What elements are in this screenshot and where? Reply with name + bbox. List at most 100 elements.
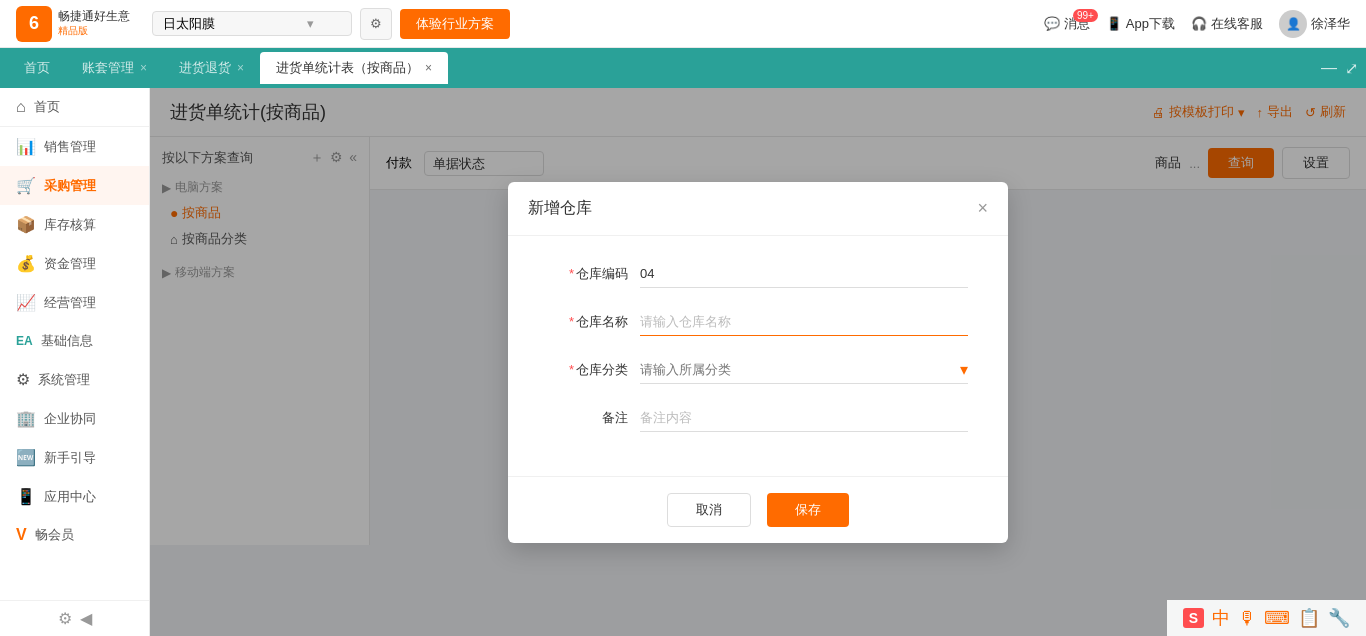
bottom-bar: S 中 🎙 ⌨ 📋 🔧	[1167, 600, 1366, 636]
vip-icon: V	[16, 526, 27, 544]
sidebar-label-enterprise: 企业协同	[44, 410, 96, 428]
sidebar-settings-icon[interactable]: ⚙	[58, 609, 72, 628]
sidebar-label-vip: 畅会员	[35, 526, 74, 544]
category-label: 仓库分类	[548, 361, 628, 379]
sidebar-item-vip[interactable]: V 畅会员	[0, 516, 149, 554]
notification-item[interactable]: 💬 消息 99+	[1044, 15, 1090, 33]
bottom-mic-icon[interactable]: 🎙	[1238, 608, 1256, 629]
name-label: 仓库名称	[548, 313, 628, 331]
enterprise-icon: 🏢	[16, 409, 36, 428]
sidebar-item-operations[interactable]: 📈 经营管理	[0, 283, 149, 322]
sidebar: ⌂ 首页 📊 销售管理 🛒 采购管理 📦 库存核算 💰 资金管理 📈 经营管理 …	[0, 88, 150, 636]
search-area: ▾ ⚙ 体验行业方案	[152, 8, 1028, 40]
sidebar-label-newbie: 新手引导	[44, 449, 96, 467]
save-button[interactable]: 保存	[767, 493, 849, 527]
tab-stats-close-icon[interactable]: ×	[425, 61, 432, 75]
sidebar-item-finance[interactable]: 💰 资金管理	[0, 244, 149, 283]
sidebar-item-home[interactable]: ⌂ 首页	[0, 88, 149, 126]
bottom-zh-icon[interactable]: 中	[1212, 606, 1230, 630]
app-download-item[interactable]: 📱 App下载	[1106, 15, 1175, 33]
sidebar-item-enterprise[interactable]: 🏢 企业协同	[0, 399, 149, 438]
code-label: 仓库编码	[548, 265, 628, 283]
online-service-item[interactable]: 🎧 在线客服	[1191, 15, 1263, 33]
sidebar-label-sales: 销售管理	[44, 138, 96, 156]
cancel-button[interactable]: 取消	[667, 493, 751, 527]
logo-icon: 6	[16, 6, 52, 42]
sidebar-arrow-icon[interactable]: ◀	[80, 609, 92, 628]
sidebar-item-app[interactable]: 📱 应用中心	[0, 477, 149, 516]
phone-icon: 📱	[1106, 16, 1122, 31]
home-icon: ⌂	[16, 98, 26, 116]
bottom-tools-icon[interactable]: 🔧	[1328, 607, 1350, 629]
user-item[interactable]: 👤 徐泽华	[1279, 10, 1350, 38]
dialog-close-icon[interactable]: ×	[977, 198, 988, 219]
tab-account-label: 账套管理	[82, 59, 134, 77]
sidebar-bottom: ⚙ ◀	[0, 600, 149, 636]
tab-home-label: 首页	[24, 59, 50, 77]
topbar: 6 畅捷通好生意 精品版 ▾ ⚙ 体验行业方案 💬 消息 99+ 📱 App下载…	[0, 0, 1366, 48]
sidebar-item-newbie[interactable]: 🆕 新手引导	[0, 438, 149, 477]
tab-return[interactable]: 进货退货 ×	[163, 52, 260, 84]
logo-title: 畅捷通好生意	[58, 9, 130, 25]
dropdown-arrow-icon[interactable]: ▾	[307, 16, 314, 31]
basic-icon: EA	[16, 334, 33, 348]
sidebar-item-inventory[interactable]: 📦 库存核算	[0, 205, 149, 244]
category-input[interactable]	[640, 356, 960, 383]
newbie-icon: 🆕	[16, 448, 36, 467]
finance-icon: 💰	[16, 254, 36, 273]
tab-actions: — ⤢	[1321, 59, 1358, 78]
tab-expand-icon[interactable]: ⤢	[1345, 59, 1358, 78]
name-input[interactable]	[640, 308, 968, 336]
app-download-label: App下载	[1126, 15, 1175, 33]
notification-badge: 99+	[1073, 9, 1098, 22]
remark-input[interactable]	[640, 404, 968, 432]
tab-minimize-icon[interactable]: —	[1321, 59, 1337, 77]
tab-account[interactable]: 账套管理 ×	[66, 52, 163, 84]
settings-icon[interactable]: ⚙	[360, 8, 392, 40]
dialog-new-warehouse: 新增仓库 × 仓库编码 仓库名称 仓库分类	[508, 182, 1008, 543]
category-arrow-icon[interactable]: ▾	[960, 360, 968, 379]
dialog-body: 仓库编码 仓库名称 仓库分类 ▾	[508, 236, 1008, 476]
tabbar: 首页 账套管理 × 进货退货 × 进货单统计表（按商品） × — ⤢	[0, 48, 1366, 88]
tab-stats[interactable]: 进货单统计表（按商品） ×	[260, 52, 448, 84]
category-select-wrap: ▾	[640, 356, 968, 384]
experience-button[interactable]: 体验行业方案	[400, 9, 510, 39]
bottom-clipboard-icon[interactable]: 📋	[1298, 607, 1320, 629]
form-row-category: 仓库分类 ▾	[548, 356, 968, 384]
username-label: 徐泽华	[1311, 15, 1350, 33]
tab-home[interactable]: 首页	[8, 52, 66, 84]
form-row-name: 仓库名称	[548, 308, 968, 336]
dialog-footer: 取消 保存	[508, 476, 1008, 543]
sidebar-label-system: 系统管理	[38, 371, 90, 389]
dialog-header: 新增仓库 ×	[508, 182, 1008, 236]
bottom-keyboard-icon[interactable]: ⌨	[1264, 607, 1290, 629]
search-wrap[interactable]: ▾	[152, 11, 352, 36]
purchase-icon: 🛒	[16, 176, 36, 195]
main-layout: ⌂ 首页 📊 销售管理 🛒 采购管理 📦 库存核算 💰 资金管理 📈 经营管理 …	[0, 88, 1366, 636]
online-service-label: 在线客服	[1211, 15, 1263, 33]
sidebar-item-sales[interactable]: 📊 销售管理	[0, 127, 149, 166]
operations-icon: 📈	[16, 293, 36, 312]
tab-return-close-icon[interactable]: ×	[237, 61, 244, 75]
sidebar-label-home: 首页	[34, 98, 60, 116]
form-row-remark: 备注	[548, 404, 968, 432]
search-input[interactable]	[163, 16, 303, 31]
sidebar-item-basic[interactable]: EA 基础信息	[0, 322, 149, 360]
message-icon: 💬	[1044, 16, 1060, 31]
code-input[interactable]	[640, 260, 968, 288]
bottom-s-icon: S	[1183, 608, 1204, 628]
logo: 6 畅捷通好生意 精品版	[16, 6, 136, 42]
dialog-title: 新增仓库	[528, 198, 592, 219]
tab-account-close-icon[interactable]: ×	[140, 61, 147, 75]
form-row-code: 仓库编码	[548, 260, 968, 288]
remark-label: 备注	[548, 409, 628, 427]
tab-return-label: 进货退货	[179, 59, 231, 77]
content-area: 进货单统计(按商品) 🖨 按模板打印 ▾ ↑ 导出 ↺ 刷新	[150, 88, 1366, 636]
sidebar-label-finance: 资金管理	[44, 255, 96, 273]
sidebar-item-system[interactable]: ⚙ 系统管理	[0, 360, 149, 399]
sidebar-item-purchase[interactable]: 🛒 采购管理	[0, 166, 149, 205]
app-icon: 📱	[16, 487, 36, 506]
sidebar-label-operations: 经营管理	[44, 294, 96, 312]
headset-icon: 🎧	[1191, 16, 1207, 31]
topbar-right: 💬 消息 99+ 📱 App下载 🎧 在线客服 👤 徐泽华	[1044, 10, 1350, 38]
